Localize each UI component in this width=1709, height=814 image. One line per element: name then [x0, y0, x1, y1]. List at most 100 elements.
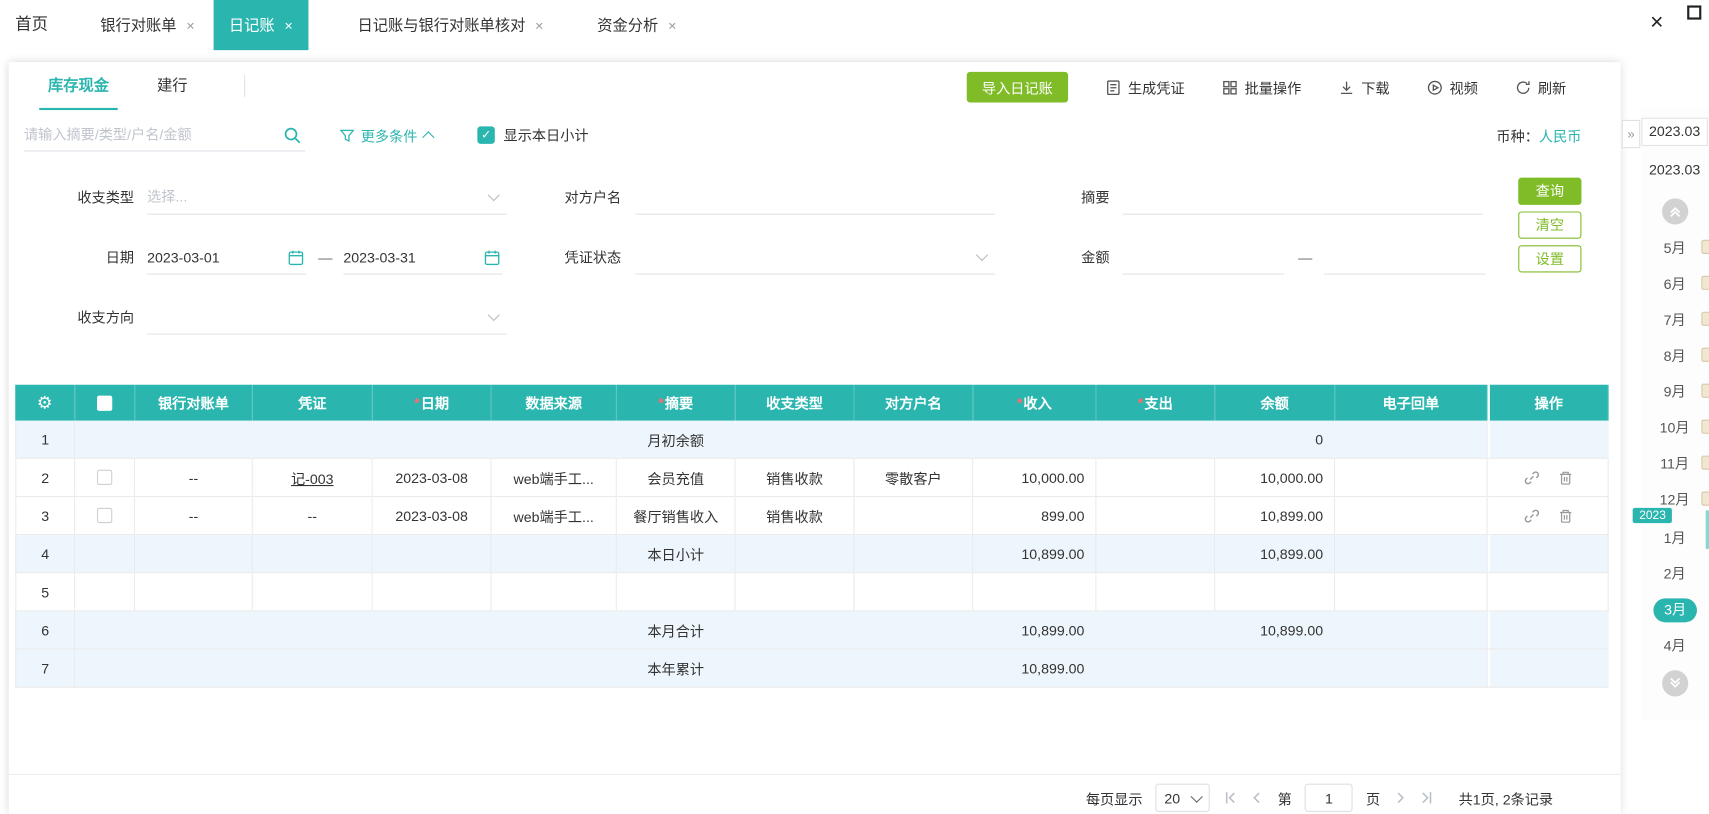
- select-all-checkbox[interactable]: [97, 395, 113, 411]
- tab-journal[interactable]: 日记账 ×: [213, 0, 308, 51]
- chevron-down-icon: [975, 248, 989, 262]
- cell-expense: [1096, 573, 1216, 612]
- select-all-cell[interactable]: [75, 384, 136, 421]
- month-item-jul[interactable]: 7月: [1641, 310, 1707, 332]
- download-icon: [1340, 81, 1353, 94]
- month-item-feb[interactable]: 2月: [1641, 563, 1707, 585]
- close-tab-icon[interactable]: ×: [668, 17, 676, 33]
- voucher-status-select[interactable]: [635, 242, 996, 275]
- cell-ops: [1489, 611, 1609, 650]
- page-input[interactable]: [1304, 783, 1353, 812]
- link-icon[interactable]: [1524, 507, 1540, 523]
- date-to-field: [343, 241, 503, 275]
- summary-input[interactable]: [1122, 182, 1483, 213]
- first-page-icon[interactable]: [1223, 790, 1238, 805]
- scroll-months-down-button[interactable]: [1662, 670, 1689, 697]
- amount-min-input[interactable]: [1122, 241, 1284, 273]
- month-item-apr[interactable]: 4月: [1641, 635, 1707, 657]
- tab-journal-bank-check[interactable]: 日记账与银行对账单核对 ×: [342, 0, 558, 50]
- query-button[interactable]: 查询: [1518, 177, 1582, 205]
- window-restore-icon[interactable]: [1687, 5, 1702, 20]
- required-mark: *: [658, 394, 664, 411]
- col-header-expense: * 支出: [1096, 384, 1216, 421]
- cell-ops: [1489, 649, 1609, 688]
- period-selector[interactable]: 2023.03: [1641, 117, 1708, 147]
- month-item-jun[interactable]: 6月: [1641, 274, 1707, 296]
- cell-expense: [1096, 458, 1216, 497]
- close-tab-icon[interactable]: ×: [284, 17, 292, 33]
- close-tab-icon[interactable]: ×: [535, 17, 543, 33]
- tab-fund-analysis[interactable]: 资金分析 ×: [582, 0, 692, 50]
- date-to-input[interactable]: [343, 241, 503, 273]
- scroll-months-up-button[interactable]: [1662, 198, 1689, 225]
- trash-icon[interactable]: [1557, 507, 1573, 523]
- window-close-icon[interactable]: ×: [1650, 10, 1663, 36]
- cell-receipt: [1335, 649, 1488, 688]
- currency-value[interactable]: 人民币: [1539, 129, 1582, 145]
- row-checkbox[interactable]: [97, 507, 113, 524]
- cell-receipt: [1335, 420, 1488, 459]
- col-header-label: 电子回单: [1382, 395, 1440, 412]
- close-tab-icon[interactable]: ×: [186, 17, 194, 33]
- cell-source: [491, 573, 617, 612]
- next-page-icon[interactable]: [1393, 790, 1408, 805]
- trash-icon[interactable]: [1557, 469, 1573, 485]
- search-input[interactable]: [23, 118, 273, 150]
- video-button[interactable]: 视频: [1427, 77, 1478, 98]
- last-page-icon[interactable]: [1419, 790, 1434, 805]
- generate-voucher-button[interactable]: 生成凭证: [1105, 77, 1185, 98]
- refresh-label: 刷新: [1537, 80, 1567, 97]
- daily-subtotal-checkbox[interactable]: ✓: [477, 125, 495, 144]
- subtab-ccb-bank[interactable]: 建行: [148, 62, 196, 110]
- direction-select[interactable]: [147, 302, 507, 335]
- app-window: 首页 银行对账单 × 日记账 × 日记账与银行对账单核对 × 资金分析 × × …: [0, 0, 1709, 814]
- month-item-aug[interactable]: 8月: [1641, 345, 1707, 367]
- cell-summary: 月初余额: [616, 420, 736, 459]
- calendar-icon[interactable]: [484, 250, 500, 266]
- table-row: 5: [15, 573, 1609, 612]
- row-checkbox[interactable]: [97, 469, 113, 486]
- month-item-nov[interactable]: 11月: [1641, 453, 1707, 475]
- month-item-may[interactable]: 5月: [1641, 238, 1707, 260]
- daily-subtotal-toggle: ✓ 显示本日小计: [477, 124, 589, 145]
- pagination: 每页显示 20 第 页 共1页, 2条记录: [1086, 783, 1553, 812]
- calendar-icon[interactable]: [288, 250, 304, 266]
- link-icon[interactable]: [1524, 469, 1540, 485]
- col-header-label: 收入: [1023, 395, 1052, 412]
- party-input[interactable]: [635, 182, 996, 213]
- table-row: 2 -- 记-003 2023-03-08 web端手工... 会员充值 销售收…: [15, 458, 1609, 497]
- row-number: 1: [15, 420, 76, 459]
- party-field: [635, 182, 996, 215]
- refresh-button[interactable]: 刷新: [1515, 77, 1566, 98]
- download-button[interactable]: 下载: [1338, 77, 1390, 98]
- subtab-cash[interactable]: 库存现金: [39, 62, 118, 111]
- cell-income: 10,899.00: [973, 611, 1097, 650]
- per-page-select[interactable]: 20: [1155, 783, 1211, 812]
- batch-operations-button[interactable]: 批量操作: [1222, 77, 1301, 98]
- sidebar-expand-handle[interactable]: »: [1621, 119, 1641, 149]
- more-conditions-toggle[interactable]: 更多条件: [340, 125, 435, 146]
- cell-expense: [1096, 611, 1216, 650]
- gear-icon[interactable]: ⚙: [37, 392, 53, 414]
- tab-home[interactable]: 首页: [15, 0, 48, 50]
- voucher-link[interactable]: 记-003: [291, 467, 334, 488]
- type-select[interactable]: 选择...: [147, 182, 507, 215]
- column-settings-cell[interactable]: ⚙: [15, 384, 76, 421]
- settings-button[interactable]: 设置: [1518, 245, 1582, 273]
- month-item-jan[interactable]: 1月: [1641, 528, 1707, 550]
- cell-voucher: [252, 420, 373, 459]
- month-item-sep[interactable]: 9月: [1641, 381, 1707, 403]
- cell-income: 10,000.00: [973, 458, 1097, 497]
- party-label: 对方户名: [564, 189, 622, 206]
- month-item-mar-active[interactable]: 3月: [1653, 598, 1697, 623]
- amount-max-input[interactable]: [1324, 241, 1486, 273]
- tab-bank-statement[interactable]: 银行对账单 ×: [85, 0, 210, 50]
- clear-button[interactable]: 清空: [1518, 211, 1582, 239]
- prev-page-icon[interactable]: [1249, 790, 1264, 805]
- date-from-input[interactable]: [147, 241, 307, 273]
- month-item-oct[interactable]: 10月: [1641, 417, 1707, 439]
- search-icon[interactable]: [283, 126, 301, 144]
- table-header-row: ⚙ 银行对账单 凭证 * 日期 数据来源 * 摘要 收支类型 对方户名 * 收入 * 支…: [15, 384, 1609, 421]
- import-journal-button[interactable]: 导入日记账: [966, 71, 1069, 103]
- month-badge-icon: [1701, 311, 1709, 326]
